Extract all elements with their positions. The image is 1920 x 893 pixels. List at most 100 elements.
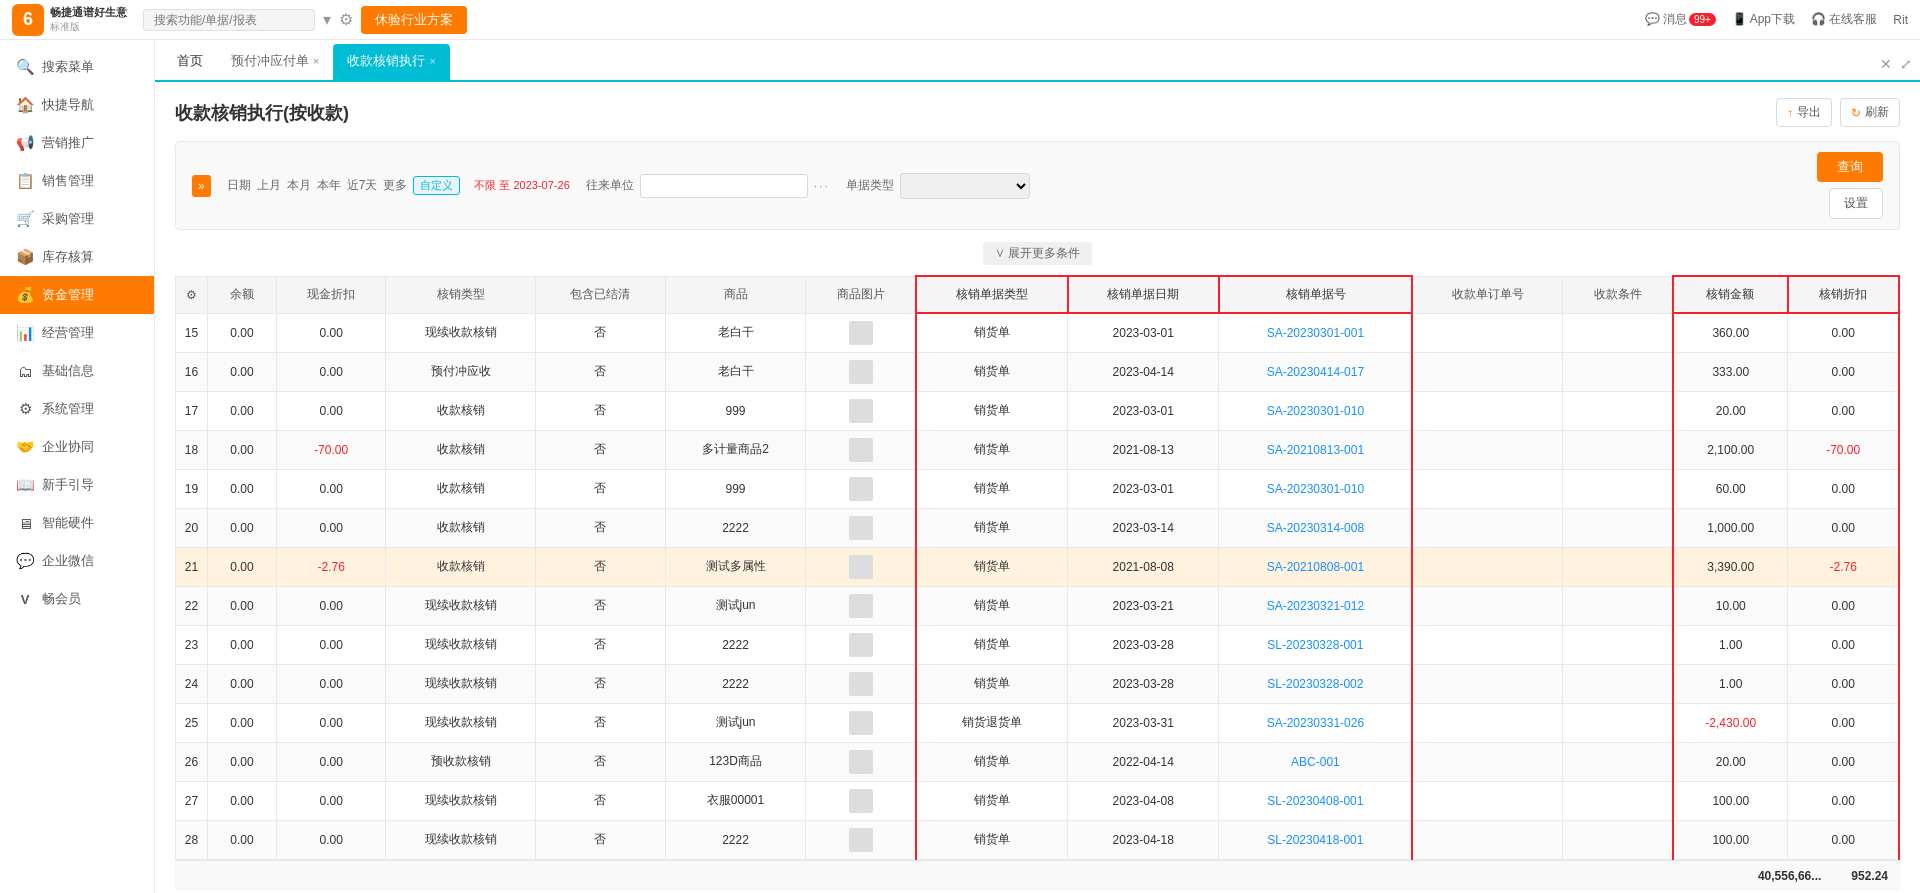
- query-button[interactable]: 查询: [1817, 152, 1883, 182]
- tab-prepay[interactable]: 预付冲应付单 ×: [217, 44, 333, 80]
- tab-collection-close[interactable]: ×: [429, 55, 435, 67]
- voucher-no-link[interactable]: SA-20210808-001: [1267, 560, 1364, 574]
- cell-balance: 0.00: [208, 586, 277, 625]
- sidebar-item-label: 资金管理: [42, 286, 94, 304]
- tab-maximize-icon[interactable]: ⤢: [1900, 56, 1912, 72]
- sidebar-item-smart-hw[interactable]: 🖥 智能硬件: [0, 504, 154, 542]
- cell-cancel-type: 收款核销: [386, 508, 536, 547]
- date-opt-more[interactable]: 更多: [383, 177, 407, 194]
- sidebar-item-guide[interactable]: 📖 新手引导: [0, 466, 154, 504]
- app-logo: 6 畅捷通谱好生意 标准版: [12, 4, 135, 36]
- sidebar-item-label: 企业微信: [42, 552, 94, 570]
- filter-dots: ···: [814, 179, 830, 193]
- setting-button[interactable]: 设置: [1829, 188, 1883, 219]
- col-product: 商品: [665, 276, 806, 313]
- sidebar-item-label: 库存核算: [42, 248, 94, 266]
- export-icon: ↑: [1787, 106, 1793, 120]
- table-row: 18 0.00 -70.00 收款核销 否 多计量商品2 销货单 2021-08…: [176, 430, 1900, 469]
- search-input[interactable]: [143, 9, 315, 31]
- online-service-link[interactable]: 🎧 在线客服: [1811, 11, 1877, 28]
- sidebar-item-inventory[interactable]: 📦 库存核算: [0, 238, 154, 276]
- table-row: 27 0.00 0.00 现续收款核销 否 衣服00001 销货单 2023-0…: [176, 781, 1900, 820]
- col-settings[interactable]: ⚙: [176, 276, 208, 313]
- cell-cancel-voucher-type: 销货单: [916, 391, 1067, 430]
- cell-product: 123D商品: [665, 742, 806, 781]
- sidebar-item-marketing[interactable]: 📢 营销推广: [0, 124, 154, 162]
- sidebar-item-finance[interactable]: 💰 资金管理: [0, 276, 154, 314]
- cell-num: 15: [176, 313, 208, 352]
- cell-cancel-voucher-type: 销货单: [916, 625, 1067, 664]
- to-unit-input[interactable]: [640, 174, 808, 198]
- tab-collection[interactable]: 收款核销执行 ×: [333, 44, 449, 80]
- user-label[interactable]: Rit: [1893, 13, 1908, 27]
- cell-include-cleared: 否: [536, 391, 666, 430]
- voucher-no-link[interactable]: SA-20230301-010: [1267, 482, 1364, 496]
- cell-cancel-voucher-date: 2023-04-18: [1068, 820, 1219, 859]
- voucher-no-link[interactable]: SA-20230331-026: [1267, 716, 1364, 730]
- tab-prepay-close[interactable]: ×: [313, 55, 319, 67]
- sidebar-item-enterprise[interactable]: 🤝 企业协同: [0, 428, 154, 466]
- sidebar-item-label: 搜索菜单: [42, 58, 94, 76]
- expand-conditions-button[interactable]: ∨ 展开更多条件: [983, 242, 1092, 265]
- voucher-no-link[interactable]: SL-20230408-001: [1267, 794, 1363, 808]
- cancel-amount-total: 40,556,66...: [1758, 869, 1821, 883]
- cell-product: 老白干: [665, 313, 806, 352]
- voucher-no-link[interactable]: SA-20230321-012: [1267, 599, 1364, 613]
- cell-product: 2222: [665, 508, 806, 547]
- industry-solution-button[interactable]: 休验行业方案: [361, 6, 467, 34]
- voucher-no-link[interactable]: SL-20230328-001: [1267, 638, 1363, 652]
- refresh-button[interactable]: ↻ 刷新: [1840, 98, 1900, 127]
- cell-cancel-type: 收款核销: [386, 430, 536, 469]
- cell-cancel-voucher-no: SA-20230301-010: [1219, 469, 1412, 508]
- sidebar-item-wechat[interactable]: 💬 企业微信: [0, 542, 154, 580]
- message-area[interactable]: 💬 消息99+: [1645, 11, 1716, 28]
- cell-cancel-discount: 0.00: [1788, 352, 1899, 391]
- voucher-no-link[interactable]: SL-20230328-002: [1267, 677, 1363, 691]
- voucher-type-select[interactable]: [900, 173, 1030, 199]
- date-opt-last-month[interactable]: 上月: [257, 177, 281, 194]
- settings-icon[interactable]: ⚙: [339, 10, 353, 29]
- export-button[interactable]: ↑ 导出: [1776, 98, 1832, 127]
- date-opt-7days[interactable]: 近7天: [347, 177, 378, 194]
- date-opt-this-year[interactable]: 本年: [317, 177, 341, 194]
- sidebar-item-basic-info[interactable]: 🗂 基础信息: [0, 352, 154, 390]
- filter-voucher-type-group: 单据类型: [846, 173, 1030, 199]
- date-opt-custom[interactable]: 自定义: [413, 176, 460, 195]
- voucher-no-link[interactable]: SA-20230301-010: [1267, 404, 1364, 418]
- cell-cancel-amount: 3,390.00: [1673, 547, 1788, 586]
- voucher-no-link[interactable]: ABC-001: [1291, 755, 1340, 769]
- cell-cancel-type: 预收款核销: [386, 742, 536, 781]
- sidebar-item-label: 销售管理: [42, 172, 94, 190]
- sidebar-item-purchase[interactable]: 🛒 采购管理: [0, 200, 154, 238]
- col-cancel-type: 核销类型: [386, 276, 536, 313]
- cell-cancel-discount: 0.00: [1788, 508, 1899, 547]
- sidebar-item-quick-nav[interactable]: 🏠 快捷导航: [0, 86, 154, 124]
- voucher-no-link[interactable]: SL-20230418-001: [1267, 833, 1363, 847]
- cell-cancel-voucher-date: 2023-03-14: [1068, 508, 1219, 547]
- tab-home[interactable]: 首页: [163, 44, 217, 80]
- sidebar-item-search[interactable]: 🔍 搜索菜单: [0, 48, 154, 86]
- date-opt-this-month[interactable]: 本月: [287, 177, 311, 194]
- cell-cash-discount: 0.00: [276, 469, 385, 508]
- tab-close-all-icon[interactable]: ✕: [1880, 56, 1892, 72]
- voucher-no-link[interactable]: SA-20230414-017: [1267, 365, 1364, 379]
- col-cancel-amount: 核销金额: [1673, 276, 1788, 313]
- sidebar-item-sales[interactable]: 📋 销售管理: [0, 162, 154, 200]
- cell-balance: 0.00: [208, 352, 277, 391]
- voucher-no-link[interactable]: SA-20230314-008: [1267, 521, 1364, 535]
- sidebar-item-system[interactable]: ⚙ 系统管理: [0, 390, 154, 428]
- filter-collapse-button[interactable]: »: [192, 175, 211, 197]
- sidebar-item-operation[interactable]: 📊 经营管理: [0, 314, 154, 352]
- cell-include-cleared: 否: [536, 703, 666, 742]
- cell-cancel-amount: 1.00: [1673, 664, 1788, 703]
- app-download-link[interactable]: 📱 App下载: [1732, 11, 1795, 28]
- voucher-no-link[interactable]: SA-20230301-001: [1267, 326, 1364, 340]
- voucher-no-link[interactable]: SA-20210813-001: [1267, 443, 1364, 457]
- cell-cancel-voucher-type: 销货单: [916, 352, 1067, 391]
- col-include-cleared: 包含已结清: [536, 276, 666, 313]
- sidebar-item-member[interactable]: V 畅会员: [0, 580, 154, 618]
- cell-product: 多计量商品2: [665, 430, 806, 469]
- cell-cancel-voucher-date: 2023-03-01: [1068, 391, 1219, 430]
- cell-product-image: [806, 742, 916, 781]
- dropdown-icon[interactable]: ▾: [323, 10, 331, 29]
